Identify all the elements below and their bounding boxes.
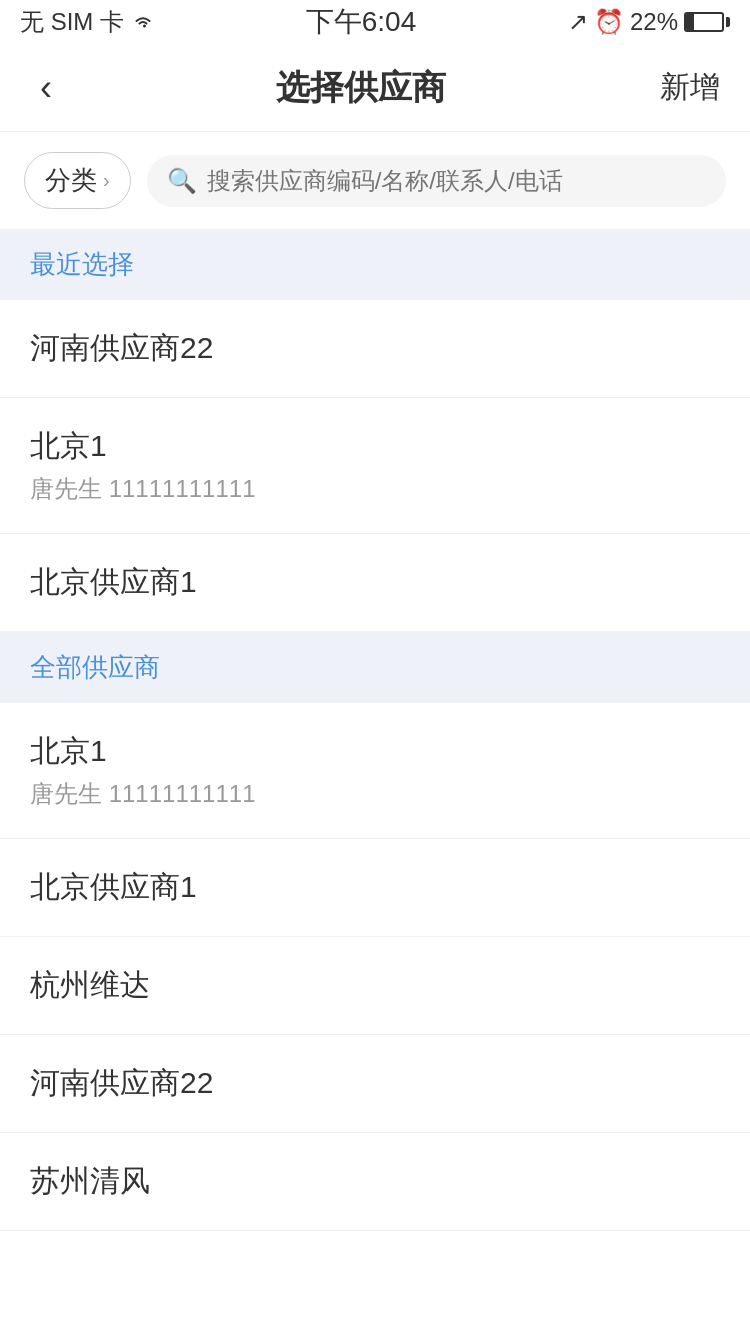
page-title: 选择供应商: [276, 65, 446, 111]
recent-section-label: 最近选择: [30, 249, 134, 279]
list-item[interactable]: 河南供应商22: [0, 300, 750, 398]
sim-text: 无 SIM 卡: [20, 6, 124, 38]
list-item[interactable]: 北京1 唐先生 11111111111: [0, 398, 750, 534]
category-button[interactable]: 分类 ›: [24, 152, 131, 209]
item-name: 河南供应商22: [30, 1063, 720, 1104]
list-item[interactable]: 河南供应商22: [0, 1035, 750, 1133]
nav-bar: ‹ 选择供应商 新增: [0, 44, 750, 132]
list-item[interactable]: 杭州维达: [0, 937, 750, 1035]
chevron-right-icon: ›: [103, 169, 110, 192]
search-icon: 🔍: [167, 167, 197, 195]
item-sub: 唐先生 11111111111: [30, 778, 720, 810]
status-right: ↗ ⏰ 22%: [568, 8, 730, 36]
search-box: 🔍: [147, 155, 726, 207]
item-name: 北京1: [30, 426, 720, 467]
recent-section-header: 最近选择: [0, 229, 750, 300]
alarm-icon: ⏰: [594, 8, 624, 36]
status-time: 下午6:04: [306, 3, 417, 41]
item-sub: 唐先生 11111111111: [30, 473, 720, 505]
all-items-list: 北京1 唐先生 11111111111 北京供应商1 杭州维达河南供应商22 苏州清风: [0, 703, 750, 1231]
item-name: 北京1: [30, 731, 720, 772]
item-name: 河南供应商22: [30, 328, 720, 369]
item-name: 北京供应商1: [30, 562, 720, 603]
search-input[interactable]: [207, 167, 706, 195]
back-button[interactable]: ‹: [30, 57, 62, 119]
list-item[interactable]: 北京供应商1: [0, 839, 750, 937]
list-item[interactable]: 北京1 唐先生 11111111111: [0, 703, 750, 839]
all-section-label: 全部供应商: [30, 652, 160, 682]
item-name: 苏州清风: [30, 1161, 720, 1202]
wifi-icon: [132, 14, 154, 30]
status-bar: 无 SIM 卡 下午6:04 ↗ ⏰ 22%: [0, 0, 750, 44]
battery-percent: 22%: [630, 8, 678, 36]
list-item[interactable]: 北京供应商1: [0, 534, 750, 632]
category-label: 分类: [45, 163, 97, 198]
recent-items-list: 河南供应商22 北京1 唐先生 11111111111 北京供应商1: [0, 300, 750, 632]
item-name: 北京供应商1: [30, 867, 720, 908]
item-name: 杭州维达: [30, 965, 720, 1006]
battery-icon: [684, 12, 730, 32]
list-item[interactable]: 苏州清风: [0, 1133, 750, 1231]
search-area: 分类 › 🔍: [0, 132, 750, 229]
location-icon: ↗: [568, 8, 588, 36]
all-section-header: 全部供应商: [0, 632, 750, 703]
add-button[interactable]: 新增: [660, 67, 720, 108]
status-left: 无 SIM 卡: [20, 6, 154, 38]
